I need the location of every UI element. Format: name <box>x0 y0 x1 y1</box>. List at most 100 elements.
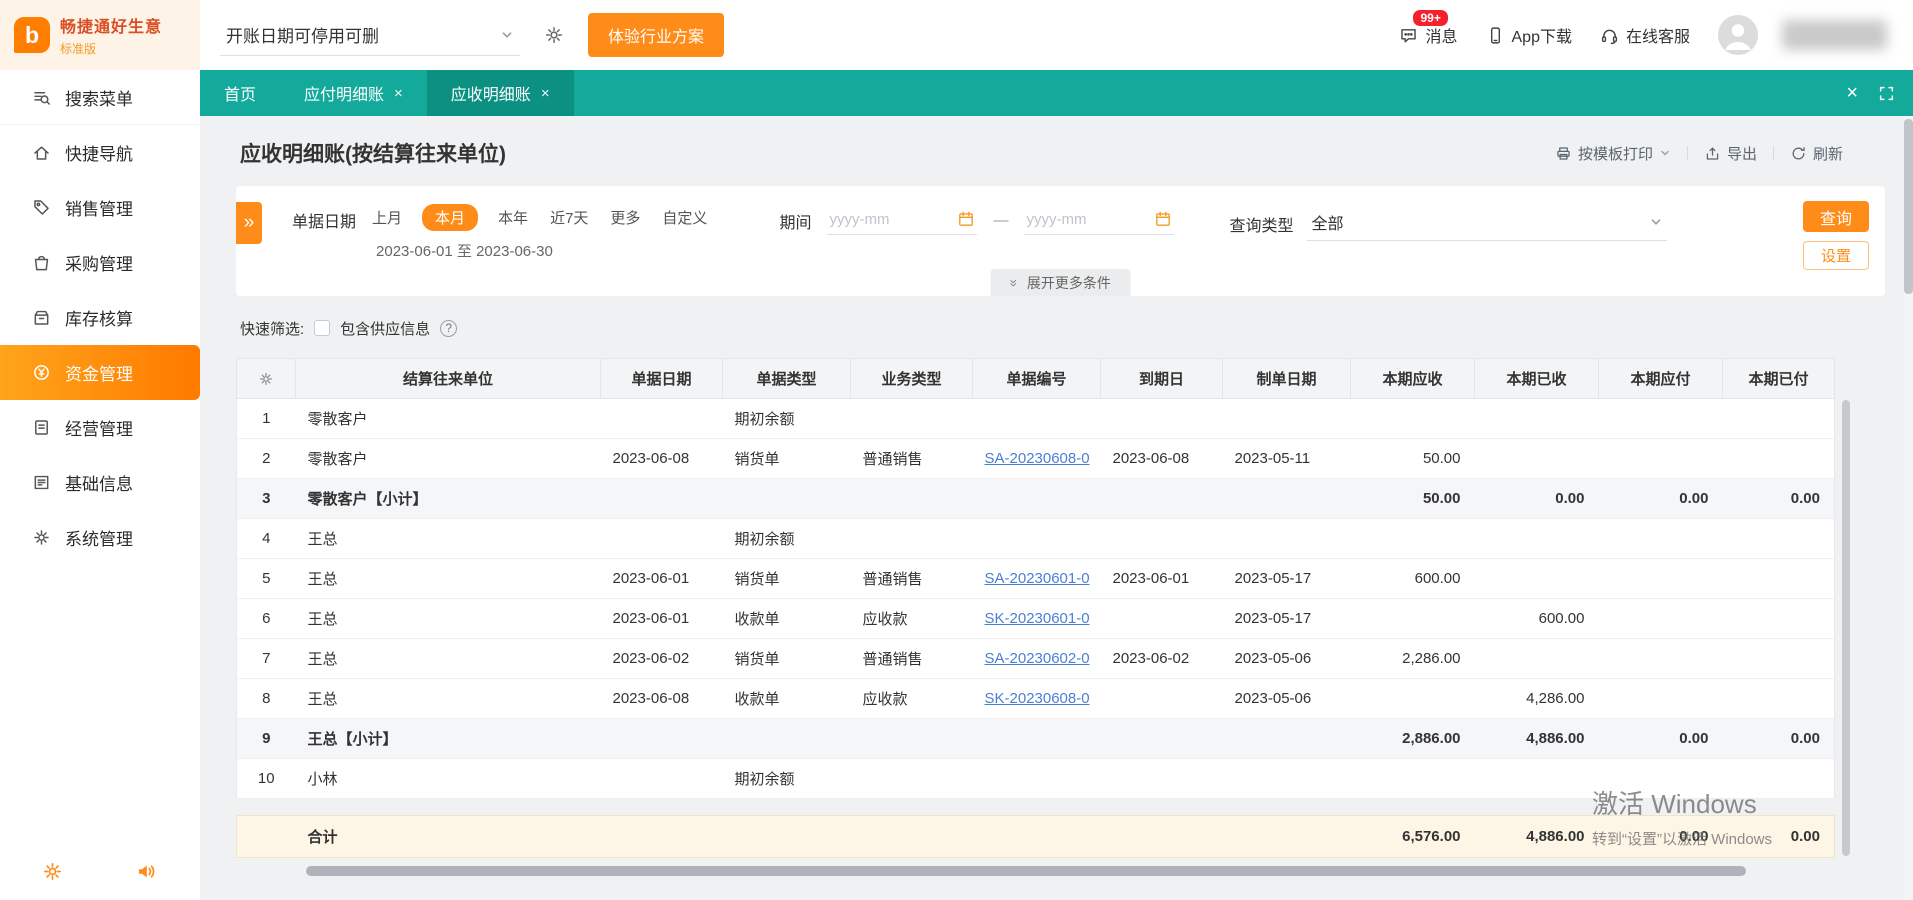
cell-payable <box>1598 758 1723 799</box>
chevron-down-icon <box>502 31 512 38</box>
app-download-button[interactable]: App下载 <box>1486 23 1572 47</box>
messages-button[interactable]: 99+ 消息 <box>1399 8 1458 47</box>
column-header[interactable]: 本期已收 <box>1474 358 1599 399</box>
help-icon[interactable]: ? <box>440 319 458 337</box>
row-number: 1 <box>236 398 296 439</box>
tab-home[interactable]: 首页 <box>200 70 280 116</box>
cell-unit: 王总【小计】 <box>295 718 601 759</box>
collapse-filter-button[interactable]: » <box>236 202 262 244</box>
column-header[interactable]: 单据日期 <box>600 358 723 399</box>
column-header[interactable]: 制单日期 <box>1222 358 1351 399</box>
query-type-value: 全部 <box>1311 216 1344 233</box>
date-option-3[interactable]: 近7天 <box>548 204 590 231</box>
doc-number-link[interactable]: SK-20230608-0 <box>985 690 1090 707</box>
sidebar-item-label: 系统管理 <box>65 530 133 549</box>
account-period-select[interactable]: 开账日期可停用可删 <box>220 14 520 56</box>
message-bubble-icon <box>1401 28 1417 42</box>
open-tabs: 首页 应付明细账 × 应收明细账 × <box>200 70 574 116</box>
tab-payable-ledger[interactable]: 应付明细账 × <box>280 70 427 116</box>
cell-doc-no: SA-20230601-0 <box>972 558 1101 599</box>
column-header[interactable]: 本期应付 <box>1598 358 1723 399</box>
avatar[interactable] <box>1718 15 1758 55</box>
cell-doc-date <box>600 478 723 519</box>
tab-receivable-ledger[interactable]: 应收明细账 × <box>426 70 574 116</box>
cell-receivable <box>1350 758 1475 799</box>
print-by-template-button[interactable]: 按模板打印 <box>1555 143 1671 164</box>
table-row[interactable]: 10 小林 期初余额 <box>236 758 1835 799</box>
doc-number-link[interactable]: SA-20230602-0 <box>985 650 1090 667</box>
column-header[interactable]: 到期日 <box>1100 358 1223 399</box>
tab-close-icon[interactable]: × <box>541 85 550 102</box>
table-row[interactable]: 9 王总【小计】 2,886.00 4,886.00 0.00 0.00 <box>236 718 1835 759</box>
table-row[interactable]: 2 零散客户 2023-06-08 销货单 普通销售 SA-20230608-0 2023-… <box>236 438 1835 479</box>
period-to-placeholder: yyyy-mm <box>1026 210 1087 228</box>
table-row[interactable]: 7 王总 2023-06-02 销货单 普通销售 SA-20230602-0 2023-06… <box>236 638 1835 679</box>
column-settings-button[interactable] <box>236 358 296 399</box>
date-option-5[interactable]: 自定义 <box>660 204 709 231</box>
refresh-button[interactable]: 刷新 <box>1790 143 1843 164</box>
column-header[interactable]: 本期应收 <box>1350 358 1475 399</box>
sidebar-item-quick-nav[interactable]: 快捷导航 <box>0 125 200 180</box>
table-horizontal-scrollbar[interactable] <box>306 866 1746 876</box>
cell-doc-type: 期初余额 <box>722 518 851 559</box>
page-vertical-scrollbar[interactable] <box>1904 119 1913 294</box>
query-type-select[interactable]: 全部 <box>1307 206 1668 241</box>
table-row[interactable]: 6 王总 2023-06-01 收款单 应收款 SK-20230601-0 2023-05-… <box>236 598 1835 639</box>
cell-received <box>1474 638 1599 679</box>
sidebar-item-purchase[interactable]: 采购管理 <box>0 235 200 290</box>
sidebar-item-base-info[interactable]: 基础信息 <box>0 455 200 510</box>
cell-biz-type <box>850 758 973 799</box>
sidebar-item-funds[interactable]: 资金管理 <box>0 345 200 400</box>
table-row[interactable]: 1 零散客户 期初余额 <box>236 398 1835 439</box>
system-icon <box>34 530 49 545</box>
date-option-0[interactable]: 上月 <box>370 204 404 231</box>
settings-gear-icon[interactable] <box>544 25 564 45</box>
cell-due-date <box>1100 598 1223 639</box>
app-title: 畅捷通好生意 <box>60 19 163 36</box>
column-header[interactable]: 单据类型 <box>722 358 851 399</box>
cell-received: 4,286.00 <box>1474 678 1599 719</box>
cell-doc-no <box>972 398 1101 439</box>
date-option-1[interactable]: 本月 <box>422 204 479 231</box>
sidebar-item-system[interactable]: 系统管理 <box>0 510 200 565</box>
doc-number-link[interactable]: SK-20230601-0 <box>985 610 1090 627</box>
include-supplier-checkbox[interactable] <box>314 320 331 336</box>
cell-unit: 王总 <box>295 638 601 679</box>
include-supplier-label: 包含供应信息 <box>340 320 431 338</box>
table-vertical-scrollbar[interactable] <box>1842 400 1850 856</box>
sidebar-item-inventory[interactable]: 库存核算 <box>0 290 200 345</box>
cell-paid <box>1722 438 1835 479</box>
gear-icon[interactable] <box>42 861 63 882</box>
table-row[interactable]: 3 零散客户【小计】 50.00 0.00 0.00 0.00 <box>236 478 1835 519</box>
column-header[interactable]: 结算往来单位 <box>295 358 601 399</box>
tab-close-icon[interactable]: × <box>394 85 403 102</box>
sidebar-item-search-menu[interactable]: 搜索菜单 <box>0 70 200 125</box>
settings-button[interactable]: 设置 <box>1803 241 1869 270</box>
export-button[interactable]: 导出 <box>1704 143 1757 164</box>
sidebar-item-business[interactable]: 经营管理 <box>0 400 200 455</box>
expand-more-conditions-button[interactable]: » 展开更多条件 <box>990 269 1131 296</box>
doc-number-link[interactable]: SA-20230601-0 <box>985 570 1090 587</box>
table-row[interactable]: 5 王总 2023-06-01 销货单 普通销售 SA-20230601-0 2023-06… <box>236 558 1835 599</box>
period-to-input[interactable]: yyyy-mm <box>1024 206 1175 235</box>
sidebar-item-sales[interactable]: 销售管理 <box>0 180 200 235</box>
close-tabs-icon[interactable]: × <box>1846 83 1858 103</box>
date-option-2[interactable]: 本年 <box>496 204 530 231</box>
fullscreen-icon[interactable] <box>1878 85 1895 102</box>
sidebar-item-label: 基础信息 <box>65 475 133 494</box>
column-header[interactable]: 本期已付 <box>1722 358 1835 399</box>
table-row[interactable]: 8 王总 2023-06-08 收款单 应收款 SK-20230608-0 2023-05-… <box>236 678 1835 719</box>
tab-label: 应付明细账 <box>304 87 385 104</box>
table-row[interactable]: 4 王总 期初余额 <box>236 518 1835 559</box>
volume-icon[interactable] <box>135 861 156 882</box>
column-header[interactable]: 单据编号 <box>972 358 1101 399</box>
period-from-input[interactable]: yyyy-mm <box>827 206 978 235</box>
doc-number-link[interactable]: SA-20230608-0 <box>985 450 1090 467</box>
sidebar-item-label: 库存核算 <box>65 310 133 329</box>
industry-solution-button[interactable]: 体验行业方案 <box>588 13 725 57</box>
online-service-button[interactable]: 在线客服 <box>1600 23 1690 47</box>
tabbar-actions: × <box>1846 70 1913 116</box>
date-option-4[interactable]: 更多 <box>608 204 642 231</box>
column-header[interactable]: 业务类型 <box>850 358 973 399</box>
search-button[interactable]: 查询 <box>1803 201 1869 232</box>
